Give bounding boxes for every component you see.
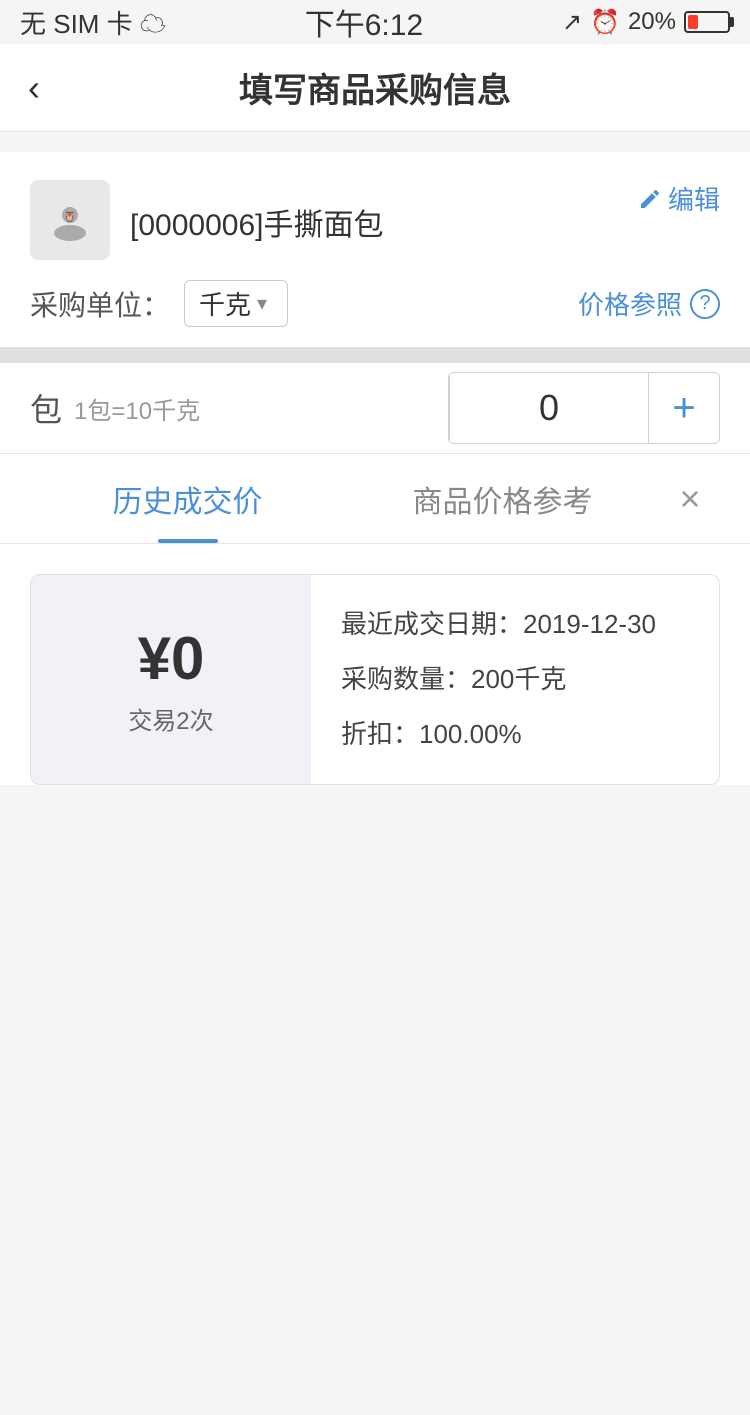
quantity-add-button[interactable]: +: [649, 373, 719, 443]
unit-select[interactable]: 千克: [184, 280, 288, 327]
product-unit-row: 采购单位： 千克 价格参照 ?: [30, 280, 720, 327]
discount-label: 折扣：: [341, 719, 419, 749]
purchase-quantity-value: 200千克: [471, 664, 566, 694]
page-title: 填写商品采购信息: [239, 63, 511, 112]
price-ref-label: 价格参照: [578, 285, 682, 322]
price-card-left: ¥0 交易2次: [31, 575, 311, 784]
nav-bar: ‹ 填写商品采购信息: [0, 44, 750, 132]
purchase-quantity-label: 采购数量：: [341, 664, 471, 694]
quantity-row: 包 1包=10千克 0 +: [0, 363, 750, 453]
tab-product-price-ref-label: 商品价格参考: [413, 477, 593, 521]
tab-history-price-label: 历史成交价: [113, 477, 263, 521]
back-button[interactable]: ‹: [28, 67, 40, 109]
tab-history-price[interactable]: 历史成交价: [30, 454, 345, 543]
quantity-label: 包 1包=10千克: [30, 385, 200, 431]
price-ref-icon: ?: [690, 289, 720, 319]
price-transactions: 交易2次: [128, 701, 213, 736]
tab-underline: [158, 539, 218, 543]
package-label: 包: [30, 385, 62, 431]
price-amount: 0: [171, 625, 204, 692]
sim-status: 无 SIM 卡 ☁: [20, 4, 166, 41]
svg-text:🦉: 🦉: [64, 211, 76, 223]
location-icon: ↗: [562, 8, 582, 37]
status-time: 下午6:12: [305, 0, 423, 44]
product-header: 🦉 [0000006]手撕面包 编辑: [30, 180, 720, 260]
edit-button[interactable]: 编辑: [638, 180, 720, 217]
recent-date-value: 2019-12-30: [523, 609, 656, 639]
page-rest: [0, 815, 750, 1415]
package-sub: 1包=10千克: [74, 391, 200, 426]
status-bar: 无 SIM 卡 ☁ 下午6:12 ↗ ⏰ 20%: [0, 0, 750, 44]
price-ref-button[interactable]: 价格参照 ?: [578, 285, 720, 322]
unit-label: 采购单位：: [30, 284, 170, 324]
discount-value: 100.00%: [419, 719, 522, 749]
discount-row: 折扣：100.00%: [341, 715, 689, 754]
alarm-icon: ⏰: [590, 8, 620, 37]
battery-icon: [684, 11, 730, 33]
tab-close-button[interactable]: ×: [660, 469, 720, 529]
purchase-quantity-row: 采购数量：200千克: [341, 660, 689, 699]
price-card: ¥0 交易2次 最近成交日期：2019-12-30 采购数量：200千克 折扣：…: [30, 574, 720, 785]
recent-date-label: 最近成交日期：: [341, 609, 523, 639]
unit-value: 千克: [199, 285, 251, 322]
tabs-container: 历史成交价 商品价格参考 × ¥0 交易2次 最近成交日期：2019-12-30…: [0, 453, 750, 785]
tabs-header: 历史成交价 商品价格参考 ×: [0, 454, 750, 544]
quantity-display[interactable]: 0: [449, 373, 649, 443]
unit-left: 采购单位： 千克: [30, 280, 288, 327]
recent-date-row: 最近成交日期：2019-12-30: [341, 605, 689, 644]
edit-icon: [638, 187, 662, 211]
product-left: 🦉 [0000006]手撕面包: [30, 180, 383, 260]
status-right: ↗ ⏰ 20%: [562, 8, 730, 37]
battery-percent: 20%: [628, 8, 676, 36]
currency-symbol: ¥: [138, 625, 171, 692]
price-value: ¥0: [138, 624, 205, 693]
tab-product-price-ref[interactable]: 商品价格参考: [345, 454, 660, 543]
product-name: [0000006]手撕面包: [130, 200, 383, 244]
status-left: 无 SIM 卡 ☁: [20, 4, 166, 41]
divider: [0, 347, 750, 363]
product-image-icon: 🦉: [45, 195, 95, 245]
product-card: 🦉 [0000006]手撕面包 编辑 采购单位： 千克 价格参照 ?: [0, 152, 750, 347]
product-thumbnail: 🦉: [30, 180, 110, 260]
quantity-controls: 0 +: [448, 372, 720, 444]
edit-label: 编辑: [668, 180, 720, 217]
price-card-right: 最近成交日期：2019-12-30 采购数量：200千克 折扣：100.00%: [311, 575, 719, 784]
